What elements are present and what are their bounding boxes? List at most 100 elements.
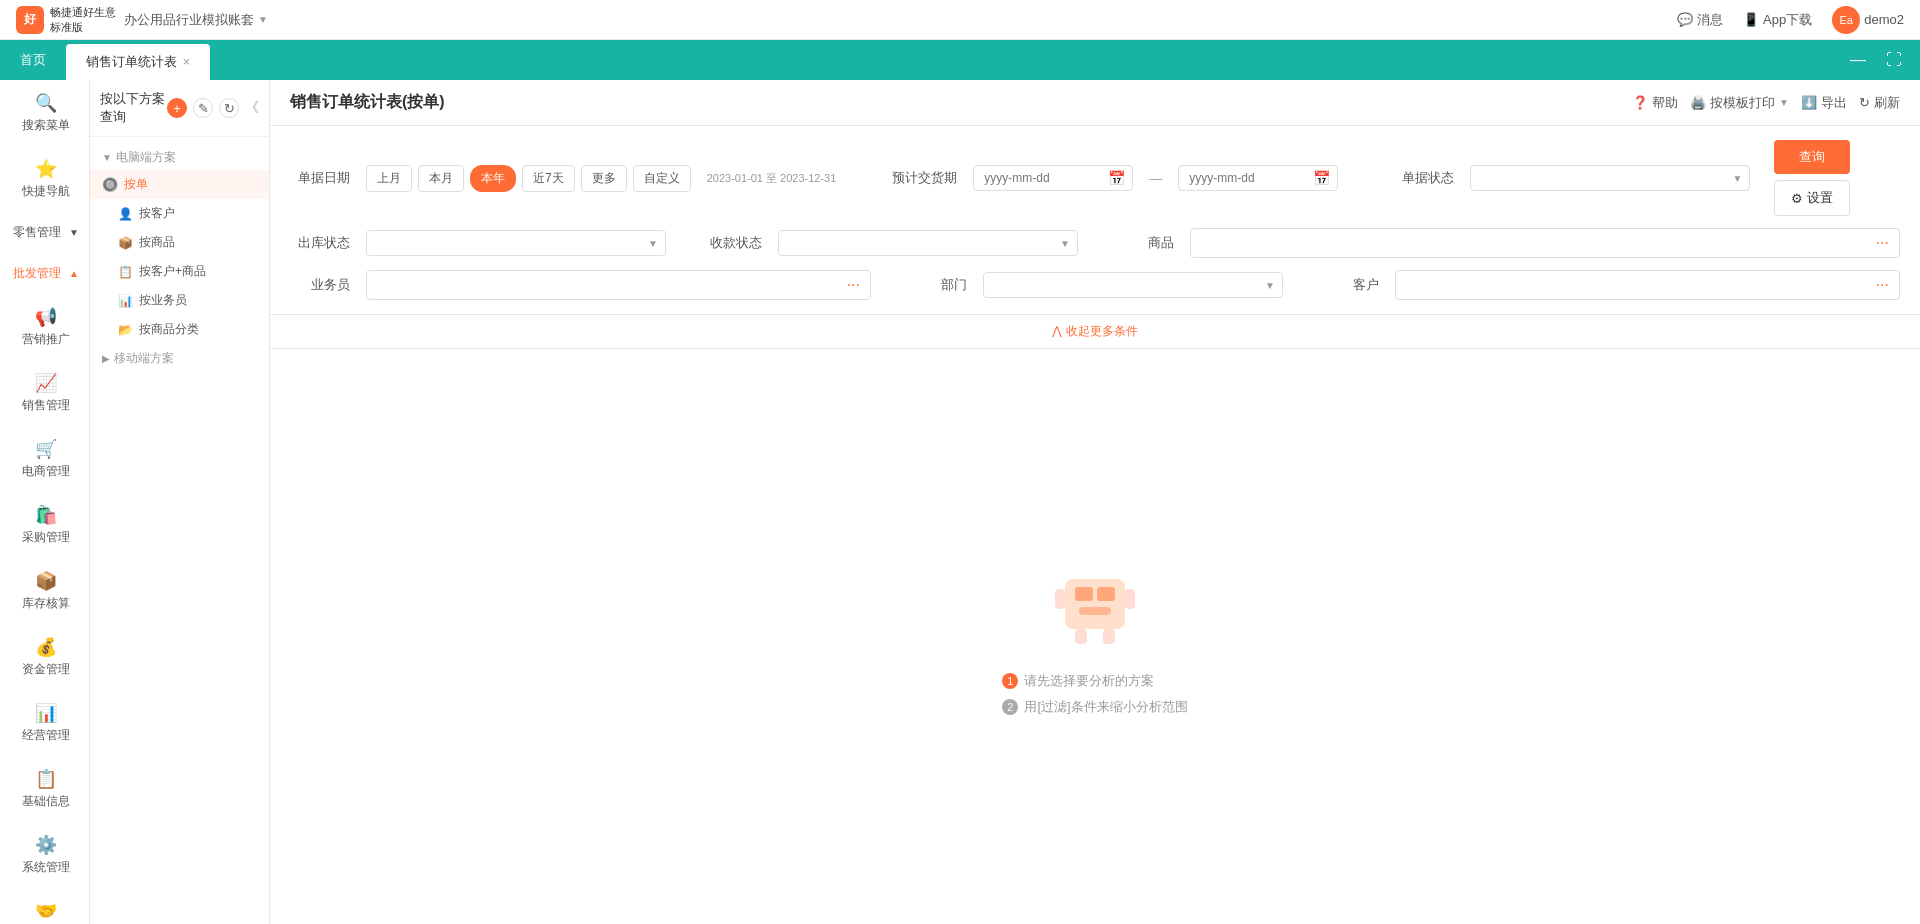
sidebar-item-marketing[interactable]: 📢 营销推广	[0, 294, 89, 360]
tree-item-by-salesman[interactable]: 📊 按业务员	[90, 286, 269, 315]
date-btn-custom[interactable]: 自定义	[633, 165, 691, 192]
svg-rect-0	[1065, 579, 1125, 629]
app-download-icon: 📱	[1743, 12, 1759, 27]
empty-icon	[1035, 549, 1155, 652]
date-btn-more[interactable]: 更多	[581, 165, 627, 192]
date-button-group: 上月 本月 本年 近7天 更多 自定义	[366, 165, 691, 192]
print-icon: 🖨️	[1690, 95, 1706, 110]
system-icon: ⚙️	[35, 834, 57, 856]
message-button[interactable]: 💬 消息	[1677, 11, 1723, 29]
payment-status-select[interactable]	[778, 230, 1078, 256]
filter-area: 单据日期 上月 本月 本年 近7天 更多 自定义 2023-01-01 至 20…	[270, 126, 1920, 315]
tree-group-pc[interactable]: ▼ 电脑端方案	[90, 143, 269, 170]
status-select-wrapper: ▼	[1470, 165, 1750, 191]
sidebar-item-enterprise[interactable]: 🤝 企业协同	[0, 888, 89, 924]
sidebar: 🔍 搜索菜单 ⭐ 快捷导航 零售管理 ▼ 批发管理 ▲ 📢 营销推广 📈 销售	[0, 80, 90, 924]
refresh-button[interactable]: ↻ 刷新	[1859, 94, 1900, 112]
help-button[interactable]: ❓ 帮助	[1632, 94, 1678, 112]
by-category-icon: 📂	[118, 323, 133, 337]
export-button[interactable]: ⬇️ 导出	[1801, 94, 1847, 112]
panel-collapse-button[interactable]: 《	[245, 99, 259, 117]
sidebar-item-ecommerce[interactable]: 🛒 电商管理	[0, 426, 89, 492]
customer-input[interactable]: ···	[1395, 270, 1900, 300]
date-btn-7days[interactable]: 近7天	[522, 165, 575, 192]
collapse-bar[interactable]: ⋀ 收起更多条件	[270, 315, 1920, 349]
tab-maximize-button[interactable]: ⛶	[1880, 46, 1908, 74]
status-select[interactable]	[1470, 165, 1750, 191]
product-label: 商品	[1114, 234, 1174, 252]
top-bar-right: 💬 消息 📱 App下载 Ea demo2	[1677, 6, 1904, 34]
template-print-button[interactable]: 🖨️ 按模板打印 ▼	[1690, 94, 1789, 112]
sidebar-item-purchase[interactable]: 🛍️ 采购管理	[0, 492, 89, 558]
salesman-more-icon: ···	[847, 276, 860, 294]
page-header: 销售订单统计表(按单) ❓ 帮助 🖨️ 按模板打印 ▼ ⬇️ 导出 ↻ 刷新	[270, 80, 1920, 126]
tree-item-by-order[interactable]: 🔘 按单	[90, 170, 269, 199]
svg-rect-4	[1055, 589, 1065, 609]
by-salesman-icon: 📊	[118, 294, 133, 308]
tip-num-1: 1	[1002, 673, 1018, 689]
settings-button[interactable]: ⚙ 设置	[1774, 180, 1850, 216]
page-actions: ❓ 帮助 🖨️ 按模板打印 ▼ ⬇️ 导出 ↻ 刷新	[1632, 94, 1900, 112]
delivery-status-select[interactable]	[366, 230, 666, 256]
sidebar-item-finance[interactable]: 💰 资金管理	[0, 624, 89, 690]
department-select[interactable]	[983, 272, 1283, 298]
svg-rect-7	[1103, 629, 1115, 644]
sidebar-nav: 🔍 搜索菜单 ⭐ 快捷导航 零售管理 ▼ 批发管理 ▲ 📢 营销推广 📈 销售	[0, 80, 89, 924]
salesman-input[interactable]: ···	[366, 270, 871, 300]
panel-title: 按以下方案查询	[100, 90, 167, 126]
svg-rect-6	[1075, 629, 1087, 644]
sidebar-item-system[interactable]: ⚙️ 系统管理	[0, 822, 89, 888]
tab-home[interactable]: 首页	[0, 40, 66, 80]
panel-header: 按以下方案查询 + ✎ ↻ 《	[90, 80, 269, 137]
query-btn-group: 查询 ⚙ 设置	[1774, 140, 1850, 216]
by-customer-product-icon: 📋	[118, 265, 133, 279]
app-download-button[interactable]: 📱 App下载	[1743, 11, 1812, 29]
tree-group-mobile[interactable]: ▶ 移动端方案	[90, 344, 269, 371]
edit-scheme-button[interactable]: ✎	[193, 98, 213, 118]
retail-expand-icon: ▼	[69, 227, 79, 238]
app-selector-dropdown[interactable]: 办公用品行业模拟账套 ▼	[124, 11, 268, 29]
logo-text: 畅捷通好生意 标准版	[50, 5, 116, 34]
sales-icon: 📈	[35, 372, 57, 394]
add-scheme-button[interactable]: +	[167, 98, 187, 118]
product-input[interactable]: ···	[1190, 228, 1900, 258]
page-title: 销售订单统计表(按单)	[290, 92, 445, 113]
sidebar-item-quicknav[interactable]: ⭐ 快捷导航	[0, 146, 89, 212]
sidebar-item-sales[interactable]: 📈 销售管理	[0, 360, 89, 426]
tab-minimize-button[interactable]: —	[1844, 46, 1872, 74]
refresh-scheme-button[interactable]: ↻	[219, 98, 239, 118]
tree-item-by-customer-product[interactable]: 📋 按客户+商品	[90, 257, 269, 286]
dropdown-arrow-icon: ▼	[258, 14, 268, 25]
print-expand-icon: ▼	[1779, 97, 1789, 108]
expected-date-end-wrapper: 📅	[1178, 165, 1338, 191]
sidebar-item-base[interactable]: 📋 基础信息	[0, 756, 89, 822]
wholesale-expand-icon: ▲	[69, 268, 79, 279]
query-button[interactable]: 查询	[1774, 140, 1850, 174]
department-label: 部门	[907, 276, 967, 294]
sidebar-item-inventory[interactable]: 📦 库存核算	[0, 558, 89, 624]
sidebar-item-search[interactable]: 🔍 搜索菜单	[0, 80, 89, 146]
ecommerce-icon: 🛒	[35, 438, 57, 460]
user-menu[interactable]: Ea demo2	[1832, 6, 1904, 34]
department-wrapper: ▼	[983, 272, 1283, 298]
calendar-end-icon[interactable]: 📅	[1313, 170, 1330, 186]
tip-num-2: 2	[1002, 699, 1018, 715]
date-btn-this-month[interactable]: 本月	[418, 165, 464, 192]
date-btn-this-year[interactable]: 本年	[470, 165, 516, 192]
tree-item-by-customer[interactable]: 👤 按客户	[90, 199, 269, 228]
tree-item-by-product[interactable]: 📦 按商品	[90, 228, 269, 257]
date-btn-last-month[interactable]: 上月	[366, 165, 412, 192]
salesman-label: 业务员	[290, 276, 350, 294]
sidebar-item-wholesale[interactable]: 批发管理 ▲	[0, 253, 89, 294]
calendar-start-icon[interactable]: 📅	[1108, 170, 1125, 186]
tree-item-by-product-category[interactable]: 📂 按商品分类	[90, 315, 269, 344]
operations-icon: 📊	[35, 702, 57, 724]
inventory-icon: 📦	[35, 570, 57, 592]
payment-status-label: 收款状态	[702, 234, 762, 252]
tab-close-icon[interactable]: ×	[183, 55, 190, 69]
sidebar-item-operations[interactable]: 📊 经营管理	[0, 690, 89, 756]
enterprise-icon: 🤝	[35, 900, 57, 922]
tab-sales-order-stats[interactable]: 销售订单统计表 ×	[66, 44, 210, 80]
sidebar-item-retail[interactable]: 零售管理 ▼	[0, 212, 89, 253]
tab-bar-left: 首页 销售订单统计表 ×	[0, 40, 210, 80]
